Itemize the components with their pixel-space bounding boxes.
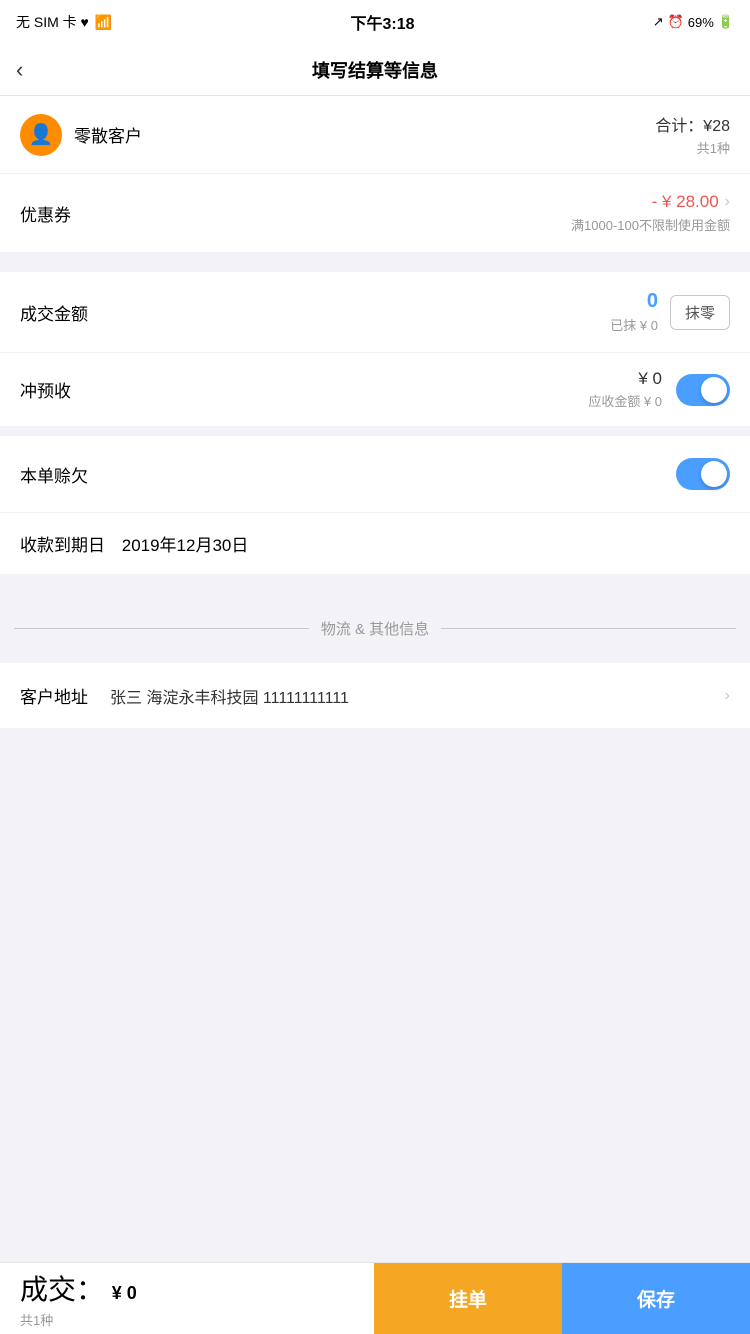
- already-rounded: 已抹 ¥ 0: [610, 315, 658, 334]
- nav-bar: ‹ 填写结算等信息: [0, 44, 750, 96]
- logistics-line-right: [441, 628, 736, 629]
- bottom-bar: 成交： ¥ 0 共1种 挂单 保存: [0, 1262, 750, 1334]
- discount-desc: 满1000-100不限制使用金额: [571, 215, 730, 234]
- back-button[interactable]: ‹: [16, 57, 23, 83]
- status-time: 下午3:18: [350, 10, 414, 34]
- customer-row: 👤 零散客户 合计：¥28 共1种: [0, 96, 750, 173]
- advance-payment-toggle[interactable]: [676, 374, 730, 406]
- address-section: 客户地址 张三 海淀永丰科技园 11111111111 ›: [0, 663, 750, 728]
- total-count: 共1种: [655, 138, 730, 157]
- debt-row: 本单赊欠: [0, 436, 750, 512]
- transaction-section: 成交金额 0 已抹 ¥ 0 抹零 冲预收 ¥ 0 应收金额 ¥ 0: [0, 272, 750, 426]
- advance-amount: ¥ 0: [71, 369, 662, 389]
- spacer-bottom: [0, 738, 750, 818]
- logistics-text: 物流 & 其他信息: [321, 618, 429, 639]
- bottom-transaction-label: 成交：: [20, 1274, 104, 1305]
- avatar-icon: 👤: [29, 122, 54, 147]
- customer-left: 👤 零散客户: [20, 114, 142, 156]
- total-amount: 合计：¥28: [655, 112, 730, 136]
- bottom-info: 成交： ¥ 0 共1种: [0, 1268, 374, 1329]
- coupon-right: - ¥ 28.00 › 满1000-100不限制使用金额: [571, 192, 730, 234]
- advance-payment-row: 冲预收 ¥ 0 应收金额 ¥ 0: [0, 352, 750, 426]
- due-date-label: 收款到期日: [20, 536, 105, 555]
- advance-center: ¥ 0 应收金额 ¥ 0: [71, 369, 662, 410]
- transaction-label: 成交金额: [20, 300, 88, 325]
- debt-toggle[interactable]: [676, 458, 730, 490]
- bottom-count: 共1种: [20, 1310, 354, 1329]
- chevron-right-icon: ›: [725, 193, 730, 211]
- bottom-amount: ¥ 0: [112, 1283, 137, 1303]
- advance-receivable: 应收金额 ¥ 0: [71, 391, 662, 410]
- sim-label: 无 SIM 卡 ♥: [16, 12, 89, 32]
- logistics-header: 物流 & 其他信息: [0, 604, 750, 653]
- customer-right: 合计：¥28 共1种: [655, 112, 730, 157]
- coupon-row[interactable]: 优惠券 - ¥ 28.00 › 满1000-100不限制使用金额: [0, 173, 750, 252]
- section-gap-3: [0, 584, 750, 594]
- round-zero-button[interactable]: 抹零: [670, 295, 730, 330]
- customer-name: 零散客户: [74, 122, 142, 147]
- due-date-value: 2019年12月30日: [122, 536, 249, 555]
- transaction-row: 成交金额 0 已抹 ¥ 0 抹零: [0, 272, 750, 352]
- address-label: 客户地址: [20, 683, 110, 708]
- debt-label: 本单赊欠: [20, 462, 88, 487]
- bottom-transaction: 成交： ¥ 0: [20, 1268, 354, 1308]
- status-left: 无 SIM 卡 ♥ 📶: [16, 12, 112, 32]
- logistics-section: 物流 & 其他信息: [0, 604, 750, 653]
- due-date-row: 收款到期日 2019年12月30日: [0, 512, 750, 574]
- battery-icon: 🔋: [718, 14, 734, 30]
- logistics-line-left: [14, 628, 309, 629]
- discount-amount: - ¥ 28.00: [652, 192, 719, 212]
- address-value: 张三 海淀永丰科技园 11111111111: [110, 684, 725, 708]
- section-gap-2: [0, 426, 750, 436]
- debt-section: 本单赊欠 收款到期日 2019年12月30日: [0, 436, 750, 574]
- address-row[interactable]: 客户地址 张三 海淀永丰科技园 11111111111 ›: [0, 663, 750, 728]
- battery-label: 69%: [688, 15, 714, 30]
- customer-card: 👤 零散客户 合计：¥28 共1种 优惠券 - ¥ 28.00 › 满1000-…: [0, 96, 750, 252]
- transaction-value: 0: [610, 290, 658, 313]
- wifi-icon: 📶: [95, 14, 112, 31]
- avatar: 👤: [20, 114, 62, 156]
- page-title: 填写结算等信息: [312, 57, 438, 83]
- section-gap-1: [0, 262, 750, 272]
- location-icon: ↗: [653, 14, 664, 30]
- hang-button[interactable]: 挂单: [374, 1263, 562, 1334]
- address-chevron-icon: ›: [725, 687, 730, 705]
- save-button[interactable]: 保存: [562, 1263, 750, 1334]
- main-content: 👤 零散客户 合计：¥28 共1种 优惠券 - ¥ 28.00 › 满1000-…: [0, 96, 750, 818]
- alarm-icon: ⏰: [668, 14, 684, 30]
- coupon-label: 优惠券: [20, 201, 71, 226]
- transaction-right: 0 已抹 ¥ 0 抹零: [610, 290, 730, 334]
- status-right: ↗ ⏰ 69% 🔋: [653, 14, 734, 30]
- status-bar: 无 SIM 卡 ♥ 📶 下午3:18 ↗ ⏰ 69% 🔋: [0, 0, 750, 44]
- advance-label: 冲预收: [20, 377, 71, 402]
